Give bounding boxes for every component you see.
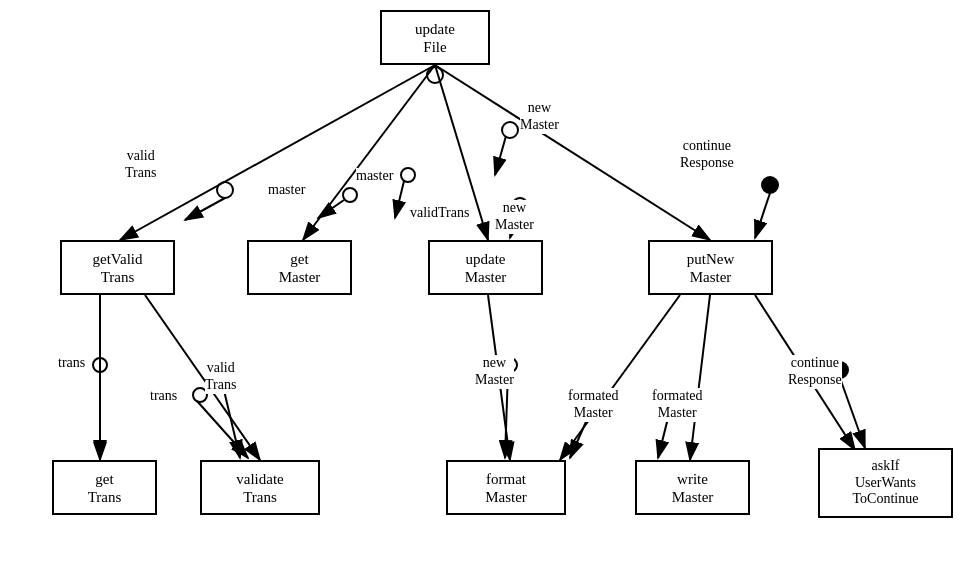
node-writeMaster: writeMaster [635,460,750,515]
svg-point-23 [762,177,778,193]
node-formatMaster: formatMaster [446,460,566,515]
node-getMaster: getMaster [247,240,352,295]
svg-line-11 [560,295,680,460]
svg-line-18 [395,181,404,218]
label-newMaster-top: newMaster [520,100,559,134]
label-continueResponse-top: continueResponse [680,138,734,172]
svg-point-13 [217,182,233,198]
node-getValidTrans: getValidTrans [60,240,175,295]
svg-point-15 [343,188,357,202]
label-trans-left: trans [58,355,85,372]
svg-point-19 [502,122,518,138]
svg-point-25 [93,358,107,372]
label-master-left: master [268,182,305,199]
label-trans-right: trans [150,388,177,405]
svg-line-5 [435,65,710,240]
svg-line-9 [690,295,710,460]
label-continueResponse-lower: continueResponse [788,355,842,389]
svg-line-20 [495,136,506,175]
node-getTrans: getTrans [52,460,157,515]
svg-point-17 [401,168,415,182]
label-newMaster2: newMaster [495,200,534,234]
svg-line-28 [197,401,248,458]
svg-line-16 [318,200,344,218]
node-askIfUserWants: askIfUserWantsToContinue [818,448,953,518]
svg-line-38 [840,378,865,448]
label-master-right: master [356,168,393,185]
label-validTrans: validTrans [125,148,156,182]
label-formatedMaster-left: formatedMaster [568,388,619,422]
label-newMaster-lower: newMaster [475,355,514,389]
diagram: updateFile getValidTrans getMaster updat… [0,0,974,570]
label-validTrans3: validTrans [205,360,236,394]
svg-line-2 [120,65,435,240]
node-putNewMaster: putNewMaster [648,240,773,295]
svg-line-14 [185,198,225,220]
node-validateTrans: validateTrans [200,460,320,515]
node-updateMaster: updateMaster [428,240,543,295]
svg-point-12 [427,67,443,83]
svg-line-24 [755,193,770,238]
svg-line-7 [145,295,260,460]
label-formatedMaster-right: formatedMaster [652,388,703,422]
node-updateFile: updateFile [380,10,490,65]
label-validTrans2: validTrans [410,205,469,222]
